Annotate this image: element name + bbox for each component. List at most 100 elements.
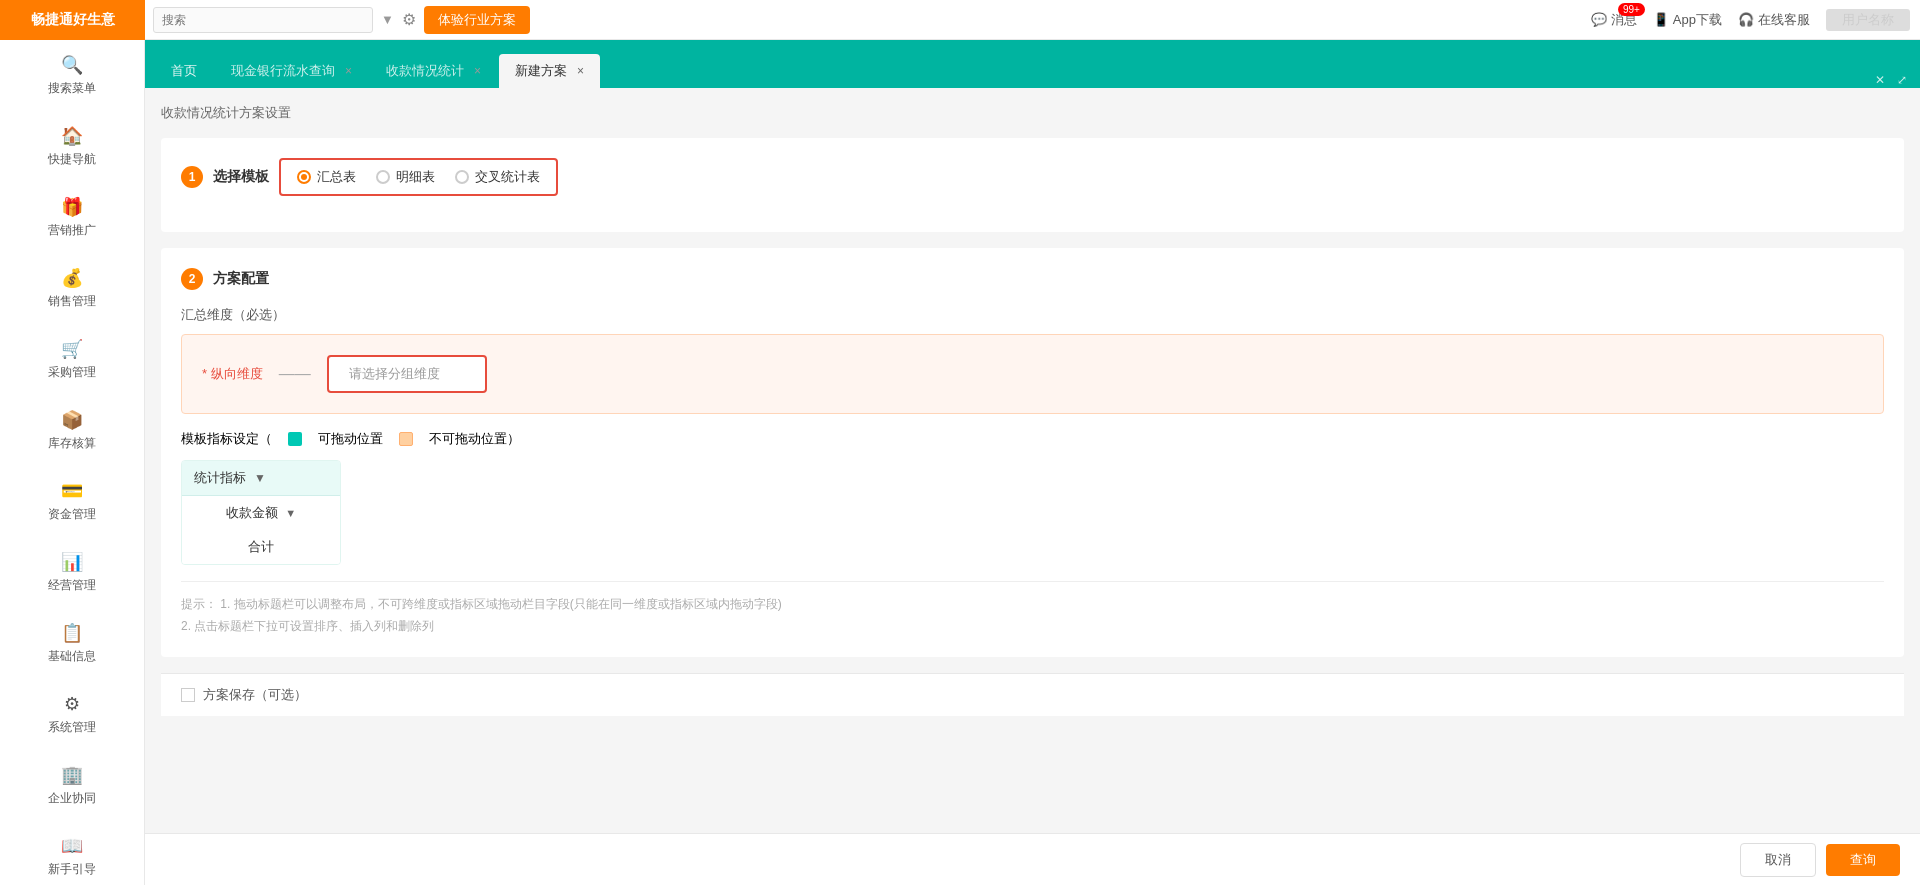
save-checkbox-text: 方案保存（可选） — [203, 686, 307, 704]
save-section: 方案保存（可选） — [161, 673, 1904, 716]
sidebar-item-sales[interactable]: 💰 销售管理 — [0, 253, 144, 324]
cancel-button[interactable]: 取消 — [1740, 843, 1816, 877]
download-icon: 📱 — [1653, 12, 1669, 27]
sidebar-item-basic-info[interactable]: 📋 基础信息 — [0, 608, 144, 679]
dimension-section: 汇总维度（必选） * 纵向维度 —— 请选择分组维度 — [181, 306, 1884, 414]
metrics-header-label: 统计指标 — [194, 469, 246, 487]
hint-fixed-text: 不可拖动位置） — [429, 430, 520, 448]
tab-new-plan-label: 新建方案 — [515, 62, 567, 80]
metrics-header-arrow[interactable]: ▼ — [254, 471, 266, 485]
step2-section: 2 方案配置 汇总维度（必选） * 纵向维度 —— 请选择分组维度 — [161, 248, 1904, 657]
tab-new-plan[interactable]: 新建方案 × — [499, 54, 600, 88]
metrics-col2-label: 合计 — [248, 539, 274, 554]
tab-collection-stats-label: 收款情况统计 — [386, 62, 464, 80]
tips-section: 提示： 1. 拖动标题栏可以调整布局，不可跨维度或指标区域拖动栏目字段(只能在同… — [181, 581, 1884, 637]
tab-collection-stats-close[interactable]: × — [474, 64, 481, 78]
tab-bar: 首页 现金银行流水查询 × 收款情况统计 × 新建方案 × ✕ ⤢ — [145, 40, 1920, 88]
radio-crosstab[interactable]: 交叉统计表 — [455, 168, 540, 186]
service-label: 在线客服 — [1758, 11, 1810, 29]
home-icon: 🏠 — [61, 125, 83, 147]
sidebar-item-inventory[interactable]: 📦 库存核算 — [0, 395, 144, 466]
window-maximize-btn[interactable]: ⤢ — [1894, 72, 1910, 88]
query-button[interactable]: 查询 — [1826, 844, 1900, 876]
sidebar-item-search-menu[interactable]: 🔍 搜索菜单 — [0, 40, 144, 111]
sidebar-label: 经营管理 — [48, 577, 96, 594]
service-action[interactable]: 🎧 在线客服 — [1738, 11, 1810, 29]
tab-collection-stats[interactable]: 收款情况统计 × — [370, 54, 497, 88]
dropdown-arrow[interactable]: ▼ — [381, 12, 394, 27]
radio-detail[interactable]: 明细表 — [376, 168, 435, 186]
sidebar-label: 营销推广 — [48, 222, 96, 239]
message-action[interactable]: 💬 消息 99+ — [1591, 11, 1637, 29]
download-label: App下载 — [1673, 11, 1722, 29]
metrics-col1-arrow[interactable]: ▼ — [285, 507, 296, 519]
sidebar-label: 采购管理 — [48, 364, 96, 381]
footer-bar: 取消 查询 — [145, 833, 1920, 885]
gear-icon[interactable]: ⚙ — [402, 10, 416, 29]
sidebar-item-guide[interactable]: 📖 新手引导 — [0, 821, 144, 885]
sidebar-item-system[interactable]: ⚙ 系统管理 — [0, 679, 144, 750]
radio-crosstab-label: 交叉统计表 — [475, 168, 540, 186]
message-badge: 99+ — [1618, 3, 1645, 16]
trial-button[interactable]: 体验行业方案 — [424, 6, 530, 34]
book-icon: 📖 — [61, 835, 83, 857]
top-bar: 畅捷通好生意 ▼ ⚙ 体验行业方案 💬 消息 99+ 📱 App下载 🎧 在线客… — [0, 0, 1920, 40]
sidebar-item-marketing[interactable]: 🎁 营销推广 — [0, 182, 144, 253]
save-checkbox-box[interactable] — [181, 688, 195, 702]
tab-new-plan-close[interactable]: × — [577, 64, 584, 78]
metrics-col1-label: 收款金额 — [226, 505, 278, 520]
step2-title: 方案配置 — [213, 270, 269, 288]
metrics-hint-row: 模板指标设定（ 可拖动位置 不可拖动位置） — [181, 430, 1884, 448]
sidebar-item-quick-nav[interactable]: 🏠 快捷导航 — [0, 111, 144, 182]
gift-icon: 🎁 — [61, 196, 83, 218]
tip2: 2. 点击标题栏下拉可设置排序、插入列和删除列 — [181, 616, 1884, 638]
tab-bank-flow-label: 现金银行流水查询 — [231, 62, 335, 80]
tab-home[interactable]: 首页 — [155, 54, 213, 88]
settings-icon: ⚙ — [64, 693, 80, 715]
message-icon: 💬 — [1591, 12, 1607, 27]
sidebar-label: 资金管理 — [48, 506, 96, 523]
user-profile[interactable]: 用户名称 — [1826, 9, 1910, 31]
dimension-row-label: * 纵向维度 — [202, 365, 263, 383]
window-close-btn[interactable]: ✕ — [1872, 72, 1888, 88]
step1-title: 选择模板 — [213, 168, 269, 186]
metrics-title: 模板指标设定（ — [181, 430, 272, 448]
sidebar-label: 搜索菜单 — [48, 80, 96, 97]
step1-badge: 1 — [181, 166, 203, 188]
building-icon: 🏢 — [61, 764, 83, 786]
hint-fixed-badge — [399, 432, 413, 446]
search-input[interactable] — [153, 7, 373, 33]
sidebar-item-finance[interactable]: 💳 资金管理 — [0, 466, 144, 537]
metrics-table: 统计指标 ▼ 收款金额 ▼ 合计 — [181, 460, 341, 565]
tip1: 提示： 1. 拖动标题栏可以调整布局，不可跨维度或指标区域拖动栏目字段(只能在同… — [181, 594, 1884, 616]
dimension-row: * 纵向维度 —— 请选择分组维度 — [202, 355, 1863, 393]
window-controls: ✕ ⤢ — [1872, 72, 1910, 88]
radio-summary-label: 汇总表 — [317, 168, 356, 186]
tab-home-label: 首页 — [171, 62, 197, 80]
clipboard-icon: 📋 — [61, 622, 83, 644]
save-checkbox-label[interactable]: 方案保存（可选） — [181, 686, 307, 704]
step1-header: 1 选择模板 汇总表 明细表 交叉统计表 — [181, 158, 1884, 196]
service-icon: 🎧 — [1738, 12, 1754, 27]
sidebar-item-purchase[interactable]: 🛒 采购管理 — [0, 324, 144, 395]
app-logo: 畅捷通好生意 — [0, 0, 145, 40]
box-icon: 📦 — [61, 409, 83, 431]
page-title: 收款情况统计方案设置 — [161, 104, 1904, 122]
tab-bank-flow-close[interactable]: × — [345, 64, 352, 78]
sidebar-item-operation[interactable]: 📊 经营管理 — [0, 537, 144, 608]
sidebar-label: 销售管理 — [48, 293, 96, 310]
page-content: 收款情况统计方案设置 1 选择模板 汇总表 明细表 — [145, 88, 1920, 833]
dimension-arrow: —— — [279, 365, 311, 383]
radio-summary[interactable]: 汇总表 — [297, 168, 356, 186]
dimension-select[interactable]: 请选择分组维度 — [327, 355, 487, 393]
tab-bank-flow[interactable]: 现金银行流水查询 × — [215, 54, 368, 88]
sidebar-item-enterprise[interactable]: 🏢 企业协同 — [0, 750, 144, 821]
radio-detail-label: 明细表 — [396, 168, 435, 186]
download-action[interactable]: 📱 App下载 — [1653, 11, 1722, 29]
sidebar-label: 系统管理 — [48, 719, 96, 736]
step2-badge: 2 — [181, 268, 203, 290]
step1-section: 1 选择模板 汇总表 明细表 交叉统计表 — [161, 138, 1904, 232]
metrics-col2: 合计 — [182, 530, 340, 564]
sidebar-label: 快捷导航 — [48, 151, 96, 168]
content-area: 首页 现金银行流水查询 × 收款情况统计 × 新建方案 × ✕ ⤢ 收款情况统计… — [145, 40, 1920, 885]
